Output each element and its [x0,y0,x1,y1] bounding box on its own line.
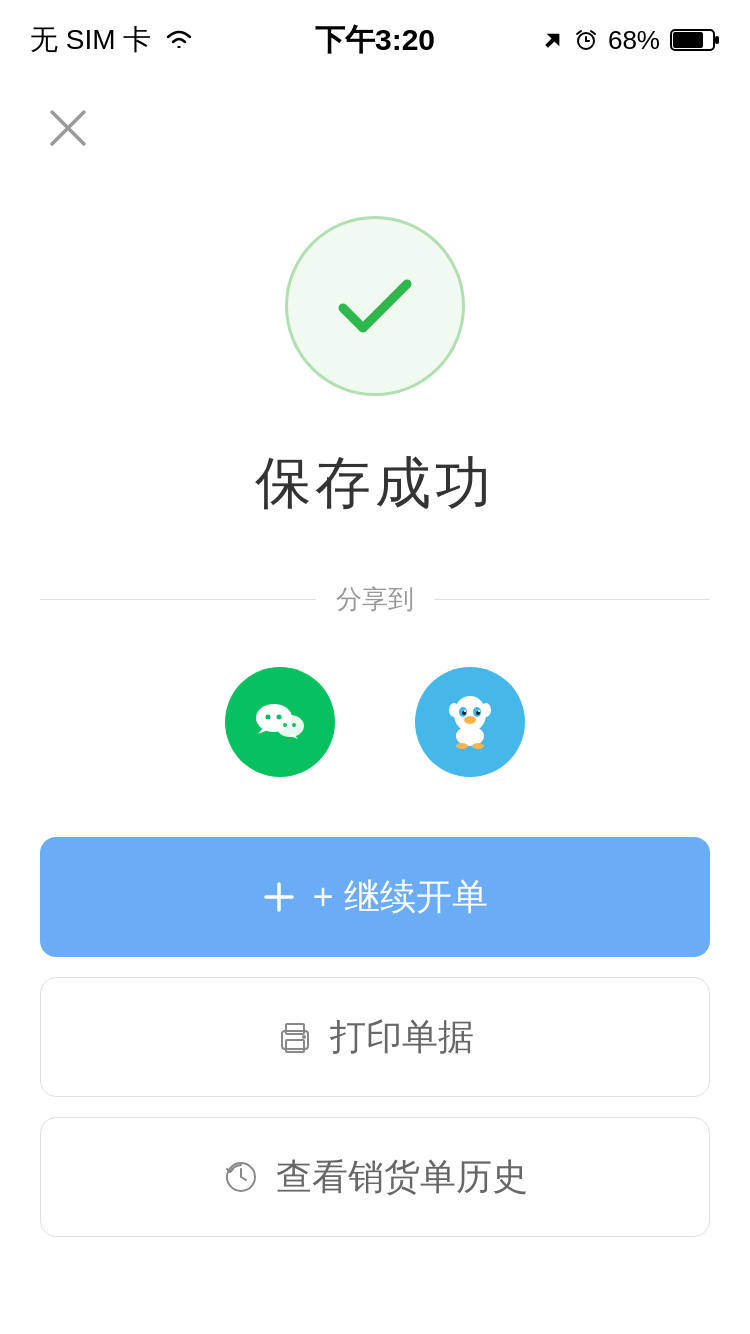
continue-order-button[interactable]: + 继续开单 [40,837,710,957]
status-bar: 无 SIM 卡 下午3:20 68% [0,0,750,80]
close-button-row [40,100,710,156]
battery-percent: 68% [608,25,660,56]
svg-rect-28 [286,1040,304,1052]
success-title: 保存成功 [255,446,495,522]
alarm-icon [574,28,598,52]
svg-point-20 [478,710,480,712]
status-right: 68% [542,25,720,56]
svg-point-19 [464,710,466,712]
wifi-icon [163,28,195,52]
print-icon [276,1018,314,1056]
svg-point-22 [456,726,484,746]
action-buttons: + 继续开单 打印单据 查看销货单历史 [40,837,710,1237]
svg-point-14 [481,703,491,717]
plus-icon [262,880,296,914]
view-history-button[interactable]: 查看销货单历史 [40,1117,710,1237]
view-history-label: 查看销货单历史 [276,1153,528,1202]
sim-status: 无 SIM 卡 [30,21,151,59]
status-time: 下午3:20 [315,20,435,61]
share-icons-row [40,667,710,777]
svg-point-21 [464,716,476,724]
svg-point-24 [472,743,484,749]
svg-point-13 [449,703,459,717]
share-line-right [434,599,710,600]
share-label: 分享到 [336,582,414,617]
history-icon [222,1158,260,1196]
qq-share-button[interactable] [415,667,525,777]
status-left: 无 SIM 卡 [30,21,195,59]
svg-point-23 [456,743,468,749]
success-circle [285,216,465,396]
qq-icon [438,690,502,754]
svg-point-30 [302,1035,306,1039]
share-line-left [40,599,316,600]
location-icon [542,29,564,51]
svg-rect-2 [673,32,703,48]
svg-point-8 [266,715,271,720]
checkmark-icon [325,256,425,356]
share-section: 分享到 [40,582,710,777]
wechat-icon [248,690,312,754]
svg-rect-29 [286,1024,304,1034]
print-receipt-label: 打印单据 [330,1013,474,1062]
print-receipt-button[interactable]: 打印单据 [40,977,710,1097]
close-x-icon [46,106,90,150]
svg-point-11 [292,723,296,727]
main-content: 保存成功 分享到 [0,80,750,1277]
close-button[interactable] [40,100,96,156]
continue-order-label: + 继续开单 [312,873,487,922]
svg-rect-3 [715,36,719,44]
svg-point-10 [283,723,287,727]
battery-icon [670,27,720,53]
share-divider-row: 分享到 [40,582,710,617]
wechat-share-button[interactable] [225,667,335,777]
svg-point-9 [277,715,282,720]
